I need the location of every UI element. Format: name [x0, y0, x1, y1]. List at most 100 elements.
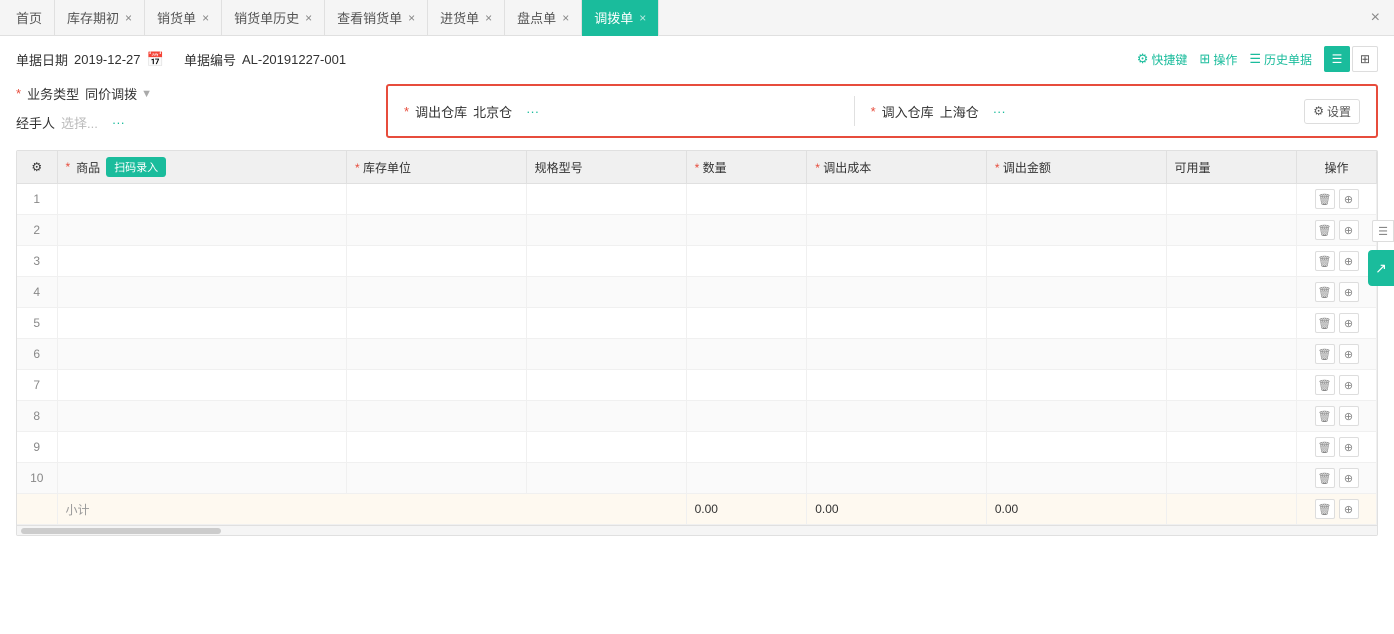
shortcut-action[interactable]: ⚙ 快捷键 [1137, 51, 1188, 68]
quantity-cell-4[interactable] [686, 277, 807, 308]
amount-cell-1[interactable] [986, 184, 1166, 215]
copy-btn-6[interactable]: ⊕ [1339, 344, 1359, 364]
cost-cell-8[interactable] [807, 401, 987, 432]
amount-cell-4[interactable] [986, 277, 1166, 308]
product-cell-1[interactable] [57, 184, 347, 215]
delete-btn-5[interactable]: 🗑 [1315, 313, 1335, 333]
quantity-cell-8[interactable] [686, 401, 807, 432]
product-cell-2[interactable] [57, 215, 347, 246]
delete-btn-3[interactable]: 🗑 [1315, 251, 1335, 271]
unit-cell-5[interactable] [347, 308, 527, 339]
unit-cell-7[interactable] [347, 370, 527, 401]
cost-cell-2[interactable] [807, 215, 987, 246]
spec-cell-6[interactable] [526, 339, 686, 370]
product-cell-10[interactable] [57, 463, 347, 494]
handler-more-btn[interactable]: ··· [112, 115, 125, 130]
cost-cell-9[interactable] [807, 432, 987, 463]
ops-action[interactable]: ⊞ 操作 [1199, 51, 1237, 68]
close-purchase[interactable]: × [485, 11, 492, 25]
side-expand-btn[interactable]: ↗ [1368, 250, 1394, 286]
tab-view-sales[interactable]: 查看销货单 × [325, 0, 428, 36]
amount-cell-2[interactable] [986, 215, 1166, 246]
spec-cell-7[interactable] [526, 370, 686, 401]
gear-header[interactable]: ⚙ [17, 151, 57, 184]
business-type-select[interactable]: 同价调拨 ▼ [85, 84, 376, 103]
cost-cell-6[interactable] [807, 339, 987, 370]
spec-cell-9[interactable] [526, 432, 686, 463]
copy-btn-10[interactable]: ⊕ [1339, 468, 1359, 488]
product-cell-8[interactable] [57, 401, 347, 432]
quantity-cell-3[interactable] [686, 246, 807, 277]
tab-sales-history[interactable]: 销货单历史 × [222, 0, 325, 36]
quantity-cell-1[interactable] [686, 184, 807, 215]
amount-cell-5[interactable] [986, 308, 1166, 339]
transfer-out-more-btn[interactable]: ··· [526, 104, 539, 119]
copy-btn-2[interactable]: ⊕ [1339, 220, 1359, 240]
close-sales-order[interactable]: × [202, 11, 209, 25]
cost-cell-3[interactable] [807, 246, 987, 277]
copy-btn-7[interactable]: ⊕ [1339, 375, 1359, 395]
amount-cell-6[interactable] [986, 339, 1166, 370]
delete-btn-6[interactable]: 🗑 [1315, 344, 1335, 364]
list-view-btn[interactable]: ☰ [1324, 46, 1350, 72]
cost-cell-1[interactable] [807, 184, 987, 215]
spec-cell-3[interactable] [526, 246, 686, 277]
spec-cell-2[interactable] [526, 215, 686, 246]
delete-btn-7[interactable]: 🗑 [1315, 375, 1335, 395]
copy-btn-9[interactable]: ⊕ [1339, 437, 1359, 457]
quantity-cell-10[interactable] [686, 463, 807, 494]
tab-inventory-check[interactable]: 盘点单 × [505, 0, 582, 36]
product-cell-5[interactable] [57, 308, 347, 339]
product-cell-6[interactable] [57, 339, 347, 370]
close-all-tabs[interactable]: × [1361, 9, 1390, 27]
close-view-sales[interactable]: × [408, 11, 415, 25]
product-cell-4[interactable] [57, 277, 347, 308]
amount-cell-8[interactable] [986, 401, 1166, 432]
unit-cell-6[interactable] [347, 339, 527, 370]
amount-cell-10[interactable] [986, 463, 1166, 494]
unit-cell-8[interactable] [347, 401, 527, 432]
subtotal-copy-btn[interactable]: ⊕ [1339, 499, 1359, 519]
calendar-icon[interactable]: 📅 [147, 51, 164, 68]
copy-btn-3[interactable]: ⊕ [1339, 251, 1359, 271]
delete-btn-8[interactable]: 🗑 [1315, 406, 1335, 426]
quantity-cell-7[interactable] [686, 370, 807, 401]
grid-view-btn[interactable]: ⊞ [1352, 46, 1378, 72]
tab-inventory-init[interactable]: 库存期初 × [55, 0, 145, 36]
cost-cell-5[interactable] [807, 308, 987, 339]
delete-btn-1[interactable]: 🗑 [1315, 189, 1335, 209]
cost-cell-10[interactable] [807, 463, 987, 494]
quantity-cell-5[interactable] [686, 308, 807, 339]
setting-button[interactable]: ⚙ 设置 [1304, 99, 1360, 124]
amount-cell-7[interactable] [986, 370, 1166, 401]
delete-btn-4[interactable]: 🗑 [1315, 282, 1335, 302]
tab-transfer[interactable]: 调拨单 × [582, 0, 659, 36]
quantity-cell-2[interactable] [686, 215, 807, 246]
close-inventory-init[interactable]: × [125, 11, 132, 25]
close-sales-history[interactable]: × [305, 11, 312, 25]
cost-cell-4[interactable] [807, 277, 987, 308]
transfer-in-more-btn[interactable]: ··· [993, 104, 1006, 119]
scroll-thumb[interactable] [21, 528, 221, 534]
copy-btn-1[interactable]: ⊕ [1339, 189, 1359, 209]
subtotal-delete-btn[interactable]: 🗑 [1315, 499, 1335, 519]
tab-purchase[interactable]: 进货单 × [428, 0, 505, 36]
unit-cell-4[interactable] [347, 277, 527, 308]
quantity-cell-9[interactable] [686, 432, 807, 463]
product-cell-3[interactable] [57, 246, 347, 277]
amount-cell-3[interactable] [986, 246, 1166, 277]
business-type-dropdown-icon[interactable]: ▼ [141, 88, 152, 100]
close-transfer[interactable]: × [639, 11, 646, 25]
product-cell-9[interactable] [57, 432, 347, 463]
unit-cell-3[interactable] [347, 246, 527, 277]
unit-cell-2[interactable] [347, 215, 527, 246]
product-cell-7[interactable] [57, 370, 347, 401]
spec-cell-5[interactable] [526, 308, 686, 339]
tab-home[interactable]: 首页 [4, 0, 55, 36]
tab-sales-order[interactable]: 销货单 × [145, 0, 222, 36]
quantity-cell-6[interactable] [686, 339, 807, 370]
spec-cell-1[interactable] [526, 184, 686, 215]
amount-cell-9[interactable] [986, 432, 1166, 463]
side-list-btn[interactable]: ☰ [1372, 220, 1394, 242]
close-inventory-check[interactable]: × [562, 11, 569, 25]
